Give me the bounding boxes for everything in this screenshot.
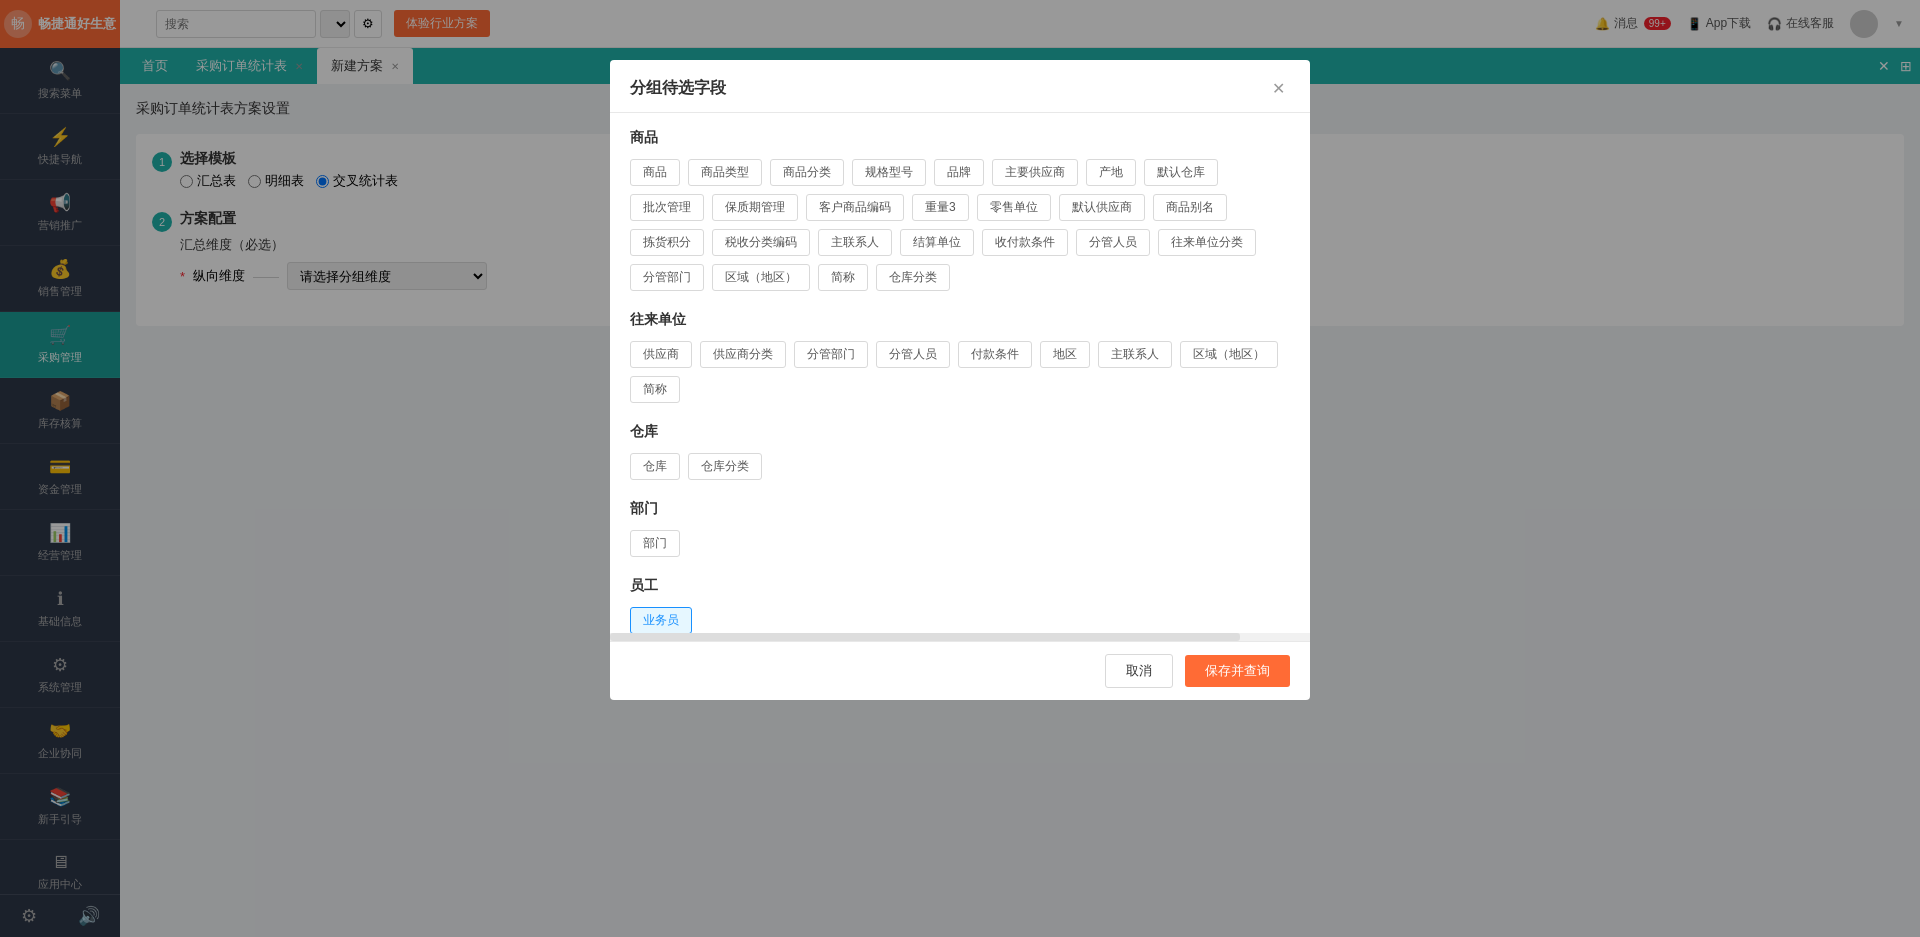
field-partner-contact[interactable]: 主联系人 [1098, 341, 1172, 368]
section-department: 部门 部门 [630, 500, 1290, 557]
field-spec-type[interactable]: 规格型号 [852, 159, 926, 186]
field-batch-mgmt[interactable]: 批次管理 [630, 194, 704, 221]
field-manager[interactable]: 分管人员 [1076, 229, 1150, 256]
modal-close-button[interactable]: ✕ [1266, 76, 1290, 100]
field-supplier[interactable]: 供应商 [630, 341, 692, 368]
field-warehouse[interactable]: 仓库 [630, 453, 680, 480]
field-settlement-unit[interactable]: 结算单位 [900, 229, 974, 256]
section-employee-fields: 业务员 [630, 607, 1290, 634]
field-origin[interactable]: 产地 [1086, 159, 1136, 186]
field-default-warehouse[interactable]: 默认仓库 [1144, 159, 1218, 186]
field-expiry-mgmt[interactable]: 保质期管理 [712, 194, 798, 221]
section-partner-title: 往来单位 [630, 311, 1290, 329]
field-main-supplier[interactable]: 主要供应商 [992, 159, 1078, 186]
field-partner-dept[interactable]: 分管部门 [794, 341, 868, 368]
close-icon: ✕ [1272, 79, 1285, 98]
field-product[interactable]: 商品 [630, 159, 680, 186]
section-department-title: 部门 [630, 500, 1290, 518]
field-pick-score[interactable]: 拣货积分 [630, 229, 704, 256]
field-product-category[interactable]: 商品分类 [770, 159, 844, 186]
section-warehouse-fields: 仓库 仓库分类 [630, 453, 1290, 480]
modal-footer: 取消 保存并查询 [610, 641, 1310, 700]
section-product-title: 商品 [630, 129, 1290, 147]
field-customer-sku[interactable]: 客户商品编码 [806, 194, 904, 221]
modal-overlay: 分组待选字段 ✕ 商品 商品 商品类型 商品分类 规格型号 品牌 主要供应商 产… [0, 0, 1920, 937]
field-salesperson[interactable]: 业务员 [630, 607, 692, 634]
field-payment-cond[interactable]: 付款条件 [958, 341, 1032, 368]
field-main-contact[interactable]: 主联系人 [818, 229, 892, 256]
field-partner-manager[interactable]: 分管人员 [876, 341, 950, 368]
field-selection-modal: 分组待选字段 ✕ 商品 商品 商品类型 商品分类 规格型号 品牌 主要供应商 产… [610, 60, 1310, 700]
field-partner-short[interactable]: 简称 [630, 376, 680, 403]
hscrollbar-track [610, 633, 1310, 641]
field-dept[interactable]: 分管部门 [630, 264, 704, 291]
field-brand[interactable]: 品牌 [934, 159, 984, 186]
modal-header: 分组待选字段 ✕ [610, 60, 1310, 113]
field-region[interactable]: 区域（地区） [712, 264, 810, 291]
field-partner-category[interactable]: 往来单位分类 [1158, 229, 1256, 256]
modal-hscrollbar[interactable] [610, 634, 1310, 641]
section-warehouse-title: 仓库 [630, 423, 1290, 441]
field-retail-unit[interactable]: 零售单位 [977, 194, 1051, 221]
section-employee-title: 员工 [630, 577, 1290, 595]
section-product: 商品 商品 商品类型 商品分类 规格型号 品牌 主要供应商 产地 默认仓库 批次… [630, 129, 1290, 291]
field-default-supplier[interactable]: 默认供应商 [1059, 194, 1145, 221]
field-department[interactable]: 部门 [630, 530, 680, 557]
section-department-fields: 部门 [630, 530, 1290, 557]
field-product-alias[interactable]: 商品别名 [1153, 194, 1227, 221]
modal-body: 商品 商品 商品类型 商品分类 规格型号 品牌 主要供应商 产地 默认仓库 批次… [610, 113, 1310, 634]
modal-title: 分组待选字段 [630, 78, 726, 99]
field-warehouse-cat[interactable]: 仓库分类 [876, 264, 950, 291]
section-employee: 员工 业务员 [630, 577, 1290, 634]
field-payment-terms[interactable]: 收付款条件 [982, 229, 1068, 256]
section-partner-fields: 供应商 供应商分类 分管部门 分管人员 付款条件 地区 主联系人 区域（地区） … [630, 341, 1290, 403]
hscrollbar-thumb[interactable] [610, 633, 1240, 641]
save-button[interactable]: 保存并查询 [1185, 655, 1290, 687]
field-warehouse-category[interactable]: 仓库分类 [688, 453, 762, 480]
field-supplier-category[interactable]: 供应商分类 [700, 341, 786, 368]
cancel-button[interactable]: 取消 [1105, 654, 1173, 688]
field-partner-region[interactable]: 区域（地区） [1180, 341, 1278, 368]
section-partner: 往来单位 供应商 供应商分类 分管部门 分管人员 付款条件 地区 主联系人 区域… [630, 311, 1290, 403]
field-product-type[interactable]: 商品类型 [688, 159, 762, 186]
field-short-name[interactable]: 简称 [818, 264, 868, 291]
field-tax-code[interactable]: 税收分类编码 [712, 229, 810, 256]
field-area[interactable]: 地区 [1040, 341, 1090, 368]
section-product-fields: 商品 商品类型 商品分类 规格型号 品牌 主要供应商 产地 默认仓库 批次管理 … [630, 159, 1290, 291]
section-warehouse: 仓库 仓库 仓库分类 [630, 423, 1290, 480]
field-weight3[interactable]: 重量3 [912, 194, 969, 221]
